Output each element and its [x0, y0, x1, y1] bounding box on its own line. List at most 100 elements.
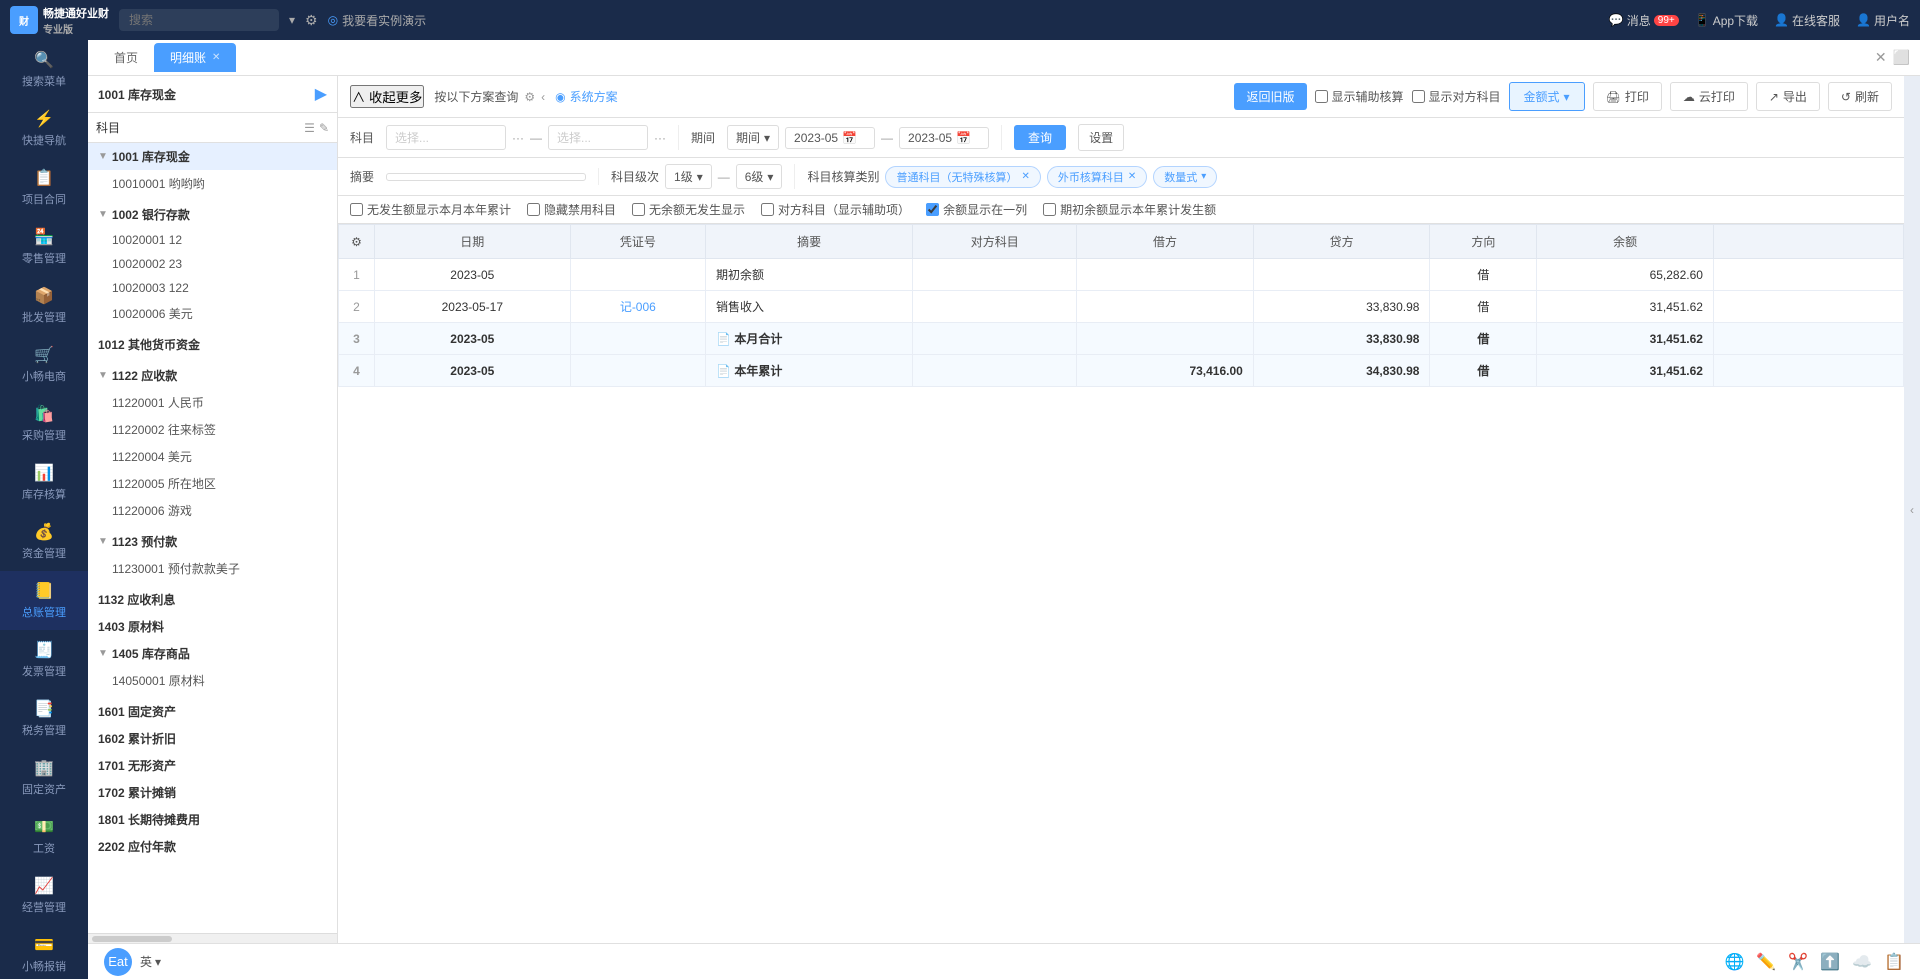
sidebar-item-tax[interactable]: 📑 税务管理 — [0, 689, 88, 748]
cb-hide-disabled-input[interactable] — [527, 203, 540, 216]
cb-period-balance-input[interactable] — [1043, 203, 1056, 216]
tree-item-11220002[interactable]: 11220002 往来标签 — [88, 416, 337, 443]
tree-item-1122[interactable]: ▼ 1122 应收款 — [88, 362, 337, 389]
tree-item-10020003[interactable]: 10020003 122 — [88, 276, 337, 300]
tree-item-10010001[interactable]: 10010001 哟哟哟 — [88, 170, 337, 197]
tree-item-10020001[interactable]: 10020001 12 — [88, 228, 337, 252]
level-from-select[interactable]: 1级 ▾ — [665, 164, 712, 189]
show-aux-input[interactable] — [1315, 90, 1328, 103]
tree-item-1602[interactable]: 1602 累计折旧 — [88, 725, 337, 752]
globe-icon[interactable]: 🌐 — [1724, 952, 1744, 972]
subject-input[interactable]: 选择... — [386, 125, 506, 150]
query-btn[interactable]: 查询 — [1014, 125, 1066, 150]
sidebar-item-expense[interactable]: 💳 小畅报销 — [0, 925, 88, 979]
cut-icon[interactable]: ✂️ — [1788, 952, 1808, 972]
tree-item-1001[interactable]: ▼ 1001 库存现金 — [88, 143, 337, 170]
collapse-arrow-icon[interactable]: ‹ — [541, 90, 545, 104]
tree-item-1132[interactable]: 1132 应收利息 — [88, 586, 337, 613]
sidebar-item-inventory[interactable]: 📊 库存核算 — [0, 453, 88, 512]
messages-btn[interactable]: 💬 消息 99+ — [1609, 12, 1679, 29]
user-avatar[interactable]: 👤 用户名 — [1856, 12, 1910, 29]
refresh-btn[interactable]: ↺ 刷新 — [1828, 82, 1892, 111]
period-end-picker[interactable]: 2023-05 📅 — [899, 127, 989, 149]
edit-icon-bar[interactable]: ✏️ — [1756, 952, 1776, 972]
tree-item-11230001[interactable]: 11230001 预付款款美子 — [88, 555, 337, 582]
search-input[interactable] — [119, 9, 279, 31]
sidebar-item-payroll[interactable]: 💵 工资 — [0, 807, 88, 866]
eat-btn[interactable]: Eat — [104, 948, 132, 976]
cb-period-balance[interactable]: 期初余额显示本年累计发生额 — [1043, 201, 1216, 218]
tab-detail[interactable]: 明细账 ✕ — [154, 43, 236, 72]
print-btn[interactable]: 🖨 打印 — [1593, 82, 1662, 111]
amount-format-btn[interactable]: 金额式 ▾ — [1509, 82, 1585, 111]
clipboard-icon[interactable]: 📋 — [1884, 952, 1904, 972]
online-service-btn[interactable]: 👤 在线客服 — [1774, 12, 1840, 29]
cb-hide-disabled[interactable]: 隐藏禁用科目 — [527, 201, 616, 218]
tree-item-1701[interactable]: 1701 无形资产 — [88, 752, 337, 779]
export-btn[interactable]: ↗ 导出 — [1756, 82, 1820, 111]
cb-contra-subject[interactable]: 对方科目（显示辅助项） — [761, 201, 910, 218]
tag-quantity[interactable]: 数量式 ▾ — [1153, 166, 1217, 188]
tag-normal[interactable]: 普通科目（无特殊核算） ✕ — [885, 166, 1040, 188]
cb-no-balance[interactable]: 无发生额显示本月本年累计 — [350, 201, 511, 218]
period-type-select[interactable]: 期间 ▾ — [727, 125, 779, 150]
accounts-scrollbar-h[interactable] — [88, 933, 337, 943]
tree-item-1123[interactable]: ▼ 1123 预付款 — [88, 528, 337, 555]
summary-input[interactable] — [386, 173, 586, 181]
search-dropdown-icon[interactable]: ▾ — [289, 13, 295, 27]
cb-no-balance-show[interactable]: 无余额无发生显示 — [632, 201, 745, 218]
cb-no-balance-show-input[interactable] — [632, 203, 645, 216]
sidebar-item-purchase[interactable]: 🛍️ 采购管理 — [0, 394, 88, 453]
tree-item-1601[interactable]: 1601 固定资产 — [88, 698, 337, 725]
voucher-link-2[interactable]: 记-006 — [620, 300, 656, 314]
system-plan-btn[interactable]: ◉ 系统方案 — [555, 88, 618, 105]
demo-link[interactable]: 我要看实例演示 — [328, 12, 427, 29]
tree-item-14050001[interactable]: 14050001 原材料 — [88, 667, 337, 694]
cloud-print-btn[interactable]: ☁ 云打印 — [1670, 82, 1748, 111]
cb-balance-one-col[interactable]: 余额显示在一列 — [926, 201, 1027, 218]
sidebar-item-assets[interactable]: 🏢 固定资产 — [0, 748, 88, 807]
tree-item-1702[interactable]: 1702 累计摊销 — [88, 779, 337, 806]
subject-end-more-btn[interactable]: ··· — [654, 131, 666, 145]
tree-item-1801[interactable]: 1801 长期待摊费用 — [88, 806, 337, 833]
tag-foreign[interactable]: 外币核算科目 ✕ — [1047, 166, 1147, 188]
tree-item-11220006[interactable]: 11220006 游戏 — [88, 497, 337, 524]
tree-item-1405[interactable]: ▼ 1405 库存商品 — [88, 640, 337, 667]
tab-detail-close[interactable]: ✕ — [212, 52, 220, 63]
config-icon[interactable]: ⚙ — [524, 90, 535, 104]
tree-item-10020006[interactable]: 10020006 美元 — [88, 300, 337, 327]
subject-end-input[interactable]: 选择... — [548, 125, 648, 150]
show-contra-checkbox[interactable]: 显示对方科目 — [1412, 88, 1501, 105]
tab-restore-btn[interactable]: ⬜ — [1893, 49, 1910, 66]
tag-foreign-close[interactable]: ✕ — [1128, 171, 1136, 182]
period-start-picker[interactable]: 2023-05 📅 — [785, 127, 875, 149]
upload-icon[interactable]: ⬆️ — [1820, 952, 1840, 972]
tab-close-btn[interactable]: ✕ — [1875, 49, 1887, 66]
sidebar-item-quick-nav[interactable]: ⚡ 快捷导航 — [0, 99, 88, 158]
sidebar-item-funds[interactable]: 💰 资金管理 — [0, 512, 88, 571]
sidebar-item-search[interactable]: 🔍 搜索菜单 — [0, 40, 88, 99]
collapse-more-btn[interactable]: ∧ 收起更多 — [350, 85, 424, 108]
show-contra-input[interactable] — [1412, 90, 1425, 103]
cb-balance-one-col-input[interactable] — [926, 203, 939, 216]
tree-item-11220005[interactable]: 11220005 所在地区 — [88, 470, 337, 497]
sidebar-item-project[interactable]: 📋 项目合同 — [0, 158, 88, 217]
tree-item-1002[interactable]: ▼ 1002 银行存款 — [88, 201, 337, 228]
list-icon[interactable]: ☰ — [304, 121, 315, 135]
settings-btn[interactable]: 设置 — [1078, 124, 1124, 151]
tree-item-1403[interactable]: 1403 原材料 — [88, 613, 337, 640]
th-gear[interactable]: ⚙ — [339, 225, 375, 259]
tag-quantity-close[interactable]: ▾ — [1201, 171, 1206, 182]
tree-item-2202[interactable]: 2202 应付年款 — [88, 833, 337, 860]
settings-icon[interactable]: ⚙ — [305, 12, 318, 29]
account-nav-btn[interactable]: ▶ — [315, 84, 327, 104]
tree-item-1012[interactable]: 1012 其他货币资金 — [88, 331, 337, 358]
sidebar-item-wholesale[interactable]: 📦 批发管理 — [0, 276, 88, 335]
sidebar-item-ledger[interactable]: 📒 总账管理 — [0, 571, 88, 630]
edit-icon[interactable]: ✎ — [319, 121, 329, 135]
app-download-btn[interactable]: 📱 App下载 — [1695, 12, 1758, 29]
tree-item-10020002[interactable]: 10020002 23 — [88, 252, 337, 276]
cb-no-balance-input[interactable] — [350, 203, 363, 216]
level-to-select[interactable]: 6级 ▾ — [736, 164, 783, 189]
side-expand-btn[interactable]: ‹ — [1904, 76, 1920, 943]
